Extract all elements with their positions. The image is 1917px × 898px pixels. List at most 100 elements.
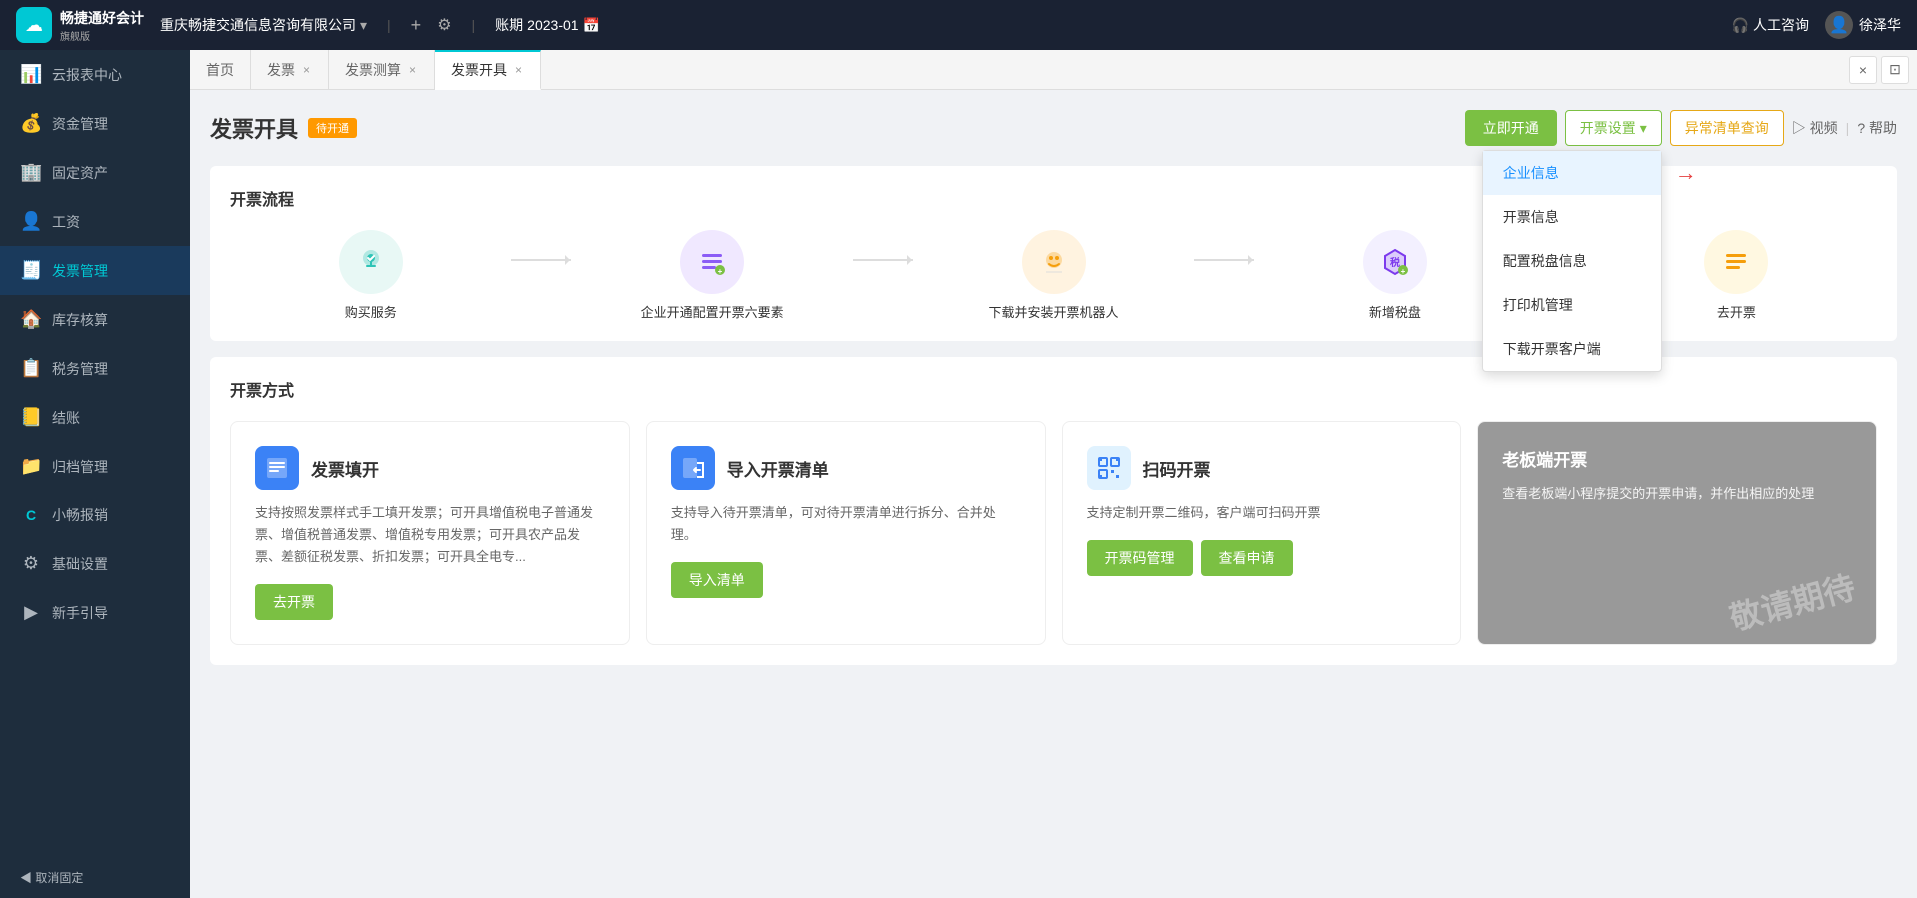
- archive-icon: 📁: [20, 456, 42, 477]
- page-title: 发票开具: [210, 112, 298, 144]
- tab-invoice-calc-close[interactable]: ×: [407, 61, 418, 79]
- sidebar-item-tax[interactable]: 📋 税务管理: [0, 344, 190, 393]
- logo-text: 畅捷通好会计 旗舰版: [60, 8, 144, 43]
- tab-close-all-btn[interactable]: ×: [1849, 56, 1877, 84]
- dropdown-download-client[interactable]: 下载开票客户端: [1483, 327, 1661, 371]
- dropdown-tax-config[interactable]: 配置税盘信息: [1483, 239, 1661, 283]
- method-import-desc: 支持导入待开票清单，可对待开票清单进行拆分、合并处理。: [671, 502, 1021, 546]
- view-apply-btn[interactable]: 查看申请: [1201, 540, 1293, 576]
- settings-dropdown-wrapper: 开票设置 ▾ 企业信息 → 开票信息: [1565, 110, 1662, 146]
- method-scan-icon: [1087, 446, 1131, 490]
- sidebar-item-fixed-assets[interactable]: 🏢 固定资产: [0, 148, 190, 197]
- sidebar: 📊 云报表中心 💰 资金管理 🏢 固定资产 👤 工资 🧾 发票管理 🏠: [0, 50, 190, 898]
- sidebar-item-cloud-report[interactable]: 📊 云报表中心: [0, 50, 190, 99]
- video-btn[interactable]: ▷ 视频: [1792, 118, 1838, 138]
- step-config-icon: +: [680, 230, 744, 294]
- methods-section: 开票方式: [210, 357, 1897, 665]
- help-btn[interactable]: ? 帮助: [1857, 118, 1897, 138]
- fixed-assets-icon: 🏢: [20, 162, 42, 183]
- method-card-scan-header: 扫码开票: [1087, 446, 1437, 490]
- sidebar-item-salary[interactable]: 👤 工资: [0, 197, 190, 246]
- method-card-boss: 老板端开票 查看老板端小程序提交的开票申请，并作出相应的处理 敬请期待: [1477, 421, 1877, 645]
- method-boss-title: 老板端开票: [1502, 446, 1587, 471]
- red-arrow-icon: →: [1675, 160, 1697, 186]
- tab-invoice-issue-close[interactable]: ×: [513, 61, 524, 79]
- user-avatar: 👤: [1825, 11, 1853, 39]
- method-card-fill-header: 发票填开: [255, 446, 605, 490]
- methods-title: 开票方式: [230, 377, 1877, 401]
- method-import-footer: 导入清单: [671, 562, 1021, 598]
- method-boss-desc: 查看老板端小程序提交的开票申请，并作出相应的处理: [1502, 483, 1852, 505]
- cloud-report-icon: 📊: [20, 64, 42, 85]
- step-buy-icon: [339, 230, 403, 294]
- account-icon: 📒: [20, 407, 42, 428]
- sidebar-item-archive[interactable]: 📁 归档管理: [0, 442, 190, 491]
- tab-actions: × ⊡: [1849, 56, 1917, 84]
- tab-invoice-issue[interactable]: 发票开具 ×: [435, 50, 541, 90]
- settings-btn[interactable]: ⚙: [437, 15, 451, 35]
- dropdown-invoice-info[interactable]: 开票信息: [1483, 195, 1661, 239]
- logo: ☁ 畅捷通好会计 旗舰版: [16, 7, 144, 43]
- svg-text:税: 税: [1390, 256, 1400, 269]
- method-cards: 发票填开 支持按照发票样式手工填开发票；可开具增值税电子普通发票、增值税普通发票…: [230, 421, 1877, 645]
- add-company-btn[interactable]: +: [411, 15, 422, 36]
- tab-restore-btn[interactable]: ⊡: [1881, 56, 1909, 84]
- dropdown-printer[interactable]: 打印机管理: [1483, 283, 1661, 327]
- method-card-fill: 发票填开 支持按照发票样式手工填开发票；可开具增值税电子普通发票、增值税普通发票…: [230, 421, 630, 645]
- sidebar-item-inventory[interactable]: 🏠 库存核算: [0, 295, 190, 344]
- exception-list-btn[interactable]: 异常清单查询: [1670, 110, 1784, 146]
- basic-icon: ⚙: [20, 553, 42, 574]
- tab-bar: 首页 发票 × 发票测算 × 发票开具 × × ⊡: [190, 50, 1917, 90]
- logo-icon: ☁: [16, 7, 52, 43]
- import-list-btn[interactable]: 导入清单: [671, 562, 763, 598]
- company-selector[interactable]: 重庆畅捷交通信息咨询有限公司 ▾: [160, 15, 367, 35]
- separator2: |: [472, 17, 476, 33]
- page-actions: 立即开通 开票设置 ▾ 企业信息 →: [1465, 110, 1897, 146]
- sidebar-item-basic[interactable]: ⚙ 基础设置: [0, 539, 190, 588]
- method-card-import: 导入开票清单 支持导入待开票清单，可对待开票清单进行拆分、合并处理。 导入清单: [646, 421, 1046, 645]
- method-card-import-header: 导入开票清单: [671, 446, 1021, 490]
- process-step-download: 下载并安装开票机器人: [913, 230, 1194, 321]
- settings-btn[interactable]: 开票设置 ▾: [1565, 110, 1662, 146]
- step-connector-1: [511, 259, 571, 261]
- sidebar-item-account[interactable]: 📒 结账: [0, 393, 190, 442]
- tab-invoice[interactable]: 发票 ×: [251, 50, 329, 90]
- cancel-pin-btn[interactable]: ◀ 取消固定: [0, 857, 190, 898]
- method-scan-desc: 支持定制开票二维码，客户端可扫码开票: [1087, 502, 1437, 524]
- method-fill-desc: 支持按照发票样式手工填开发票；可开具增值税电子普通发票、增值税普通发票、增值税专…: [255, 502, 605, 568]
- step-connector-3: [1194, 259, 1254, 261]
- dropdown-company-info[interactable]: 企业信息 →: [1483, 151, 1661, 195]
- sidebar-item-xiaochang[interactable]: C 小畅报销: [0, 491, 190, 539]
- activate-btn[interactable]: 立即开通: [1465, 110, 1557, 146]
- user-menu[interactable]: 👤 徐泽华: [1825, 11, 1901, 39]
- inventory-icon: 🏠: [20, 309, 42, 330]
- page-header: 发票开具 待开通 立即开通 开票设置 ▾: [210, 110, 1897, 146]
- qr-manage-btn[interactable]: 开票码管理: [1087, 540, 1193, 576]
- step-add-tax-icon: 税 +: [1363, 230, 1427, 294]
- step-connector-2: [853, 259, 913, 261]
- tab-home[interactable]: 首页: [190, 50, 251, 90]
- guide-icon: ▶: [20, 602, 42, 623]
- support-btn[interactable]: 🎧 人工咨询: [1732, 15, 1809, 35]
- tab-invoice-calc[interactable]: 发票测算 ×: [329, 50, 435, 90]
- fill-invoice-btn[interactable]: 去开票: [255, 584, 333, 620]
- svg-text:+: +: [1401, 267, 1406, 276]
- salary-icon: 👤: [20, 211, 42, 232]
- tax-icon: 📋: [20, 358, 42, 379]
- topbar-right: 🎧 人工咨询 👤 徐泽华: [1732, 11, 1901, 39]
- page-title-area: 发票开具 待开通: [210, 112, 357, 144]
- method-fill-title: 发票填开: [311, 456, 379, 481]
- method-import-icon: [671, 446, 715, 490]
- method-card-scan: 扫码开票 支持定制开票二维码，客户端可扫码开票 开票码管理 查看申请: [1062, 421, 1462, 645]
- sidebar-item-guide[interactable]: ▶ 新手引导: [0, 588, 190, 637]
- process-step-config: + 企业开通配置开票六要素: [571, 230, 852, 321]
- sidebar-item-capital[interactable]: 💰 资金管理: [0, 99, 190, 148]
- method-scan-footer: 开票码管理 查看申请: [1087, 540, 1437, 576]
- method-fill-footer: 去开票: [255, 584, 605, 620]
- xiaochang-icon: C: [20, 507, 42, 523]
- status-badge: 待开通: [308, 118, 357, 138]
- invoice-icon: 🧾: [20, 260, 42, 281]
- tab-invoice-close[interactable]: ×: [301, 61, 312, 79]
- sidebar-item-invoice[interactable]: 🧾 发票管理: [0, 246, 190, 295]
- step-download-icon: [1022, 230, 1086, 294]
